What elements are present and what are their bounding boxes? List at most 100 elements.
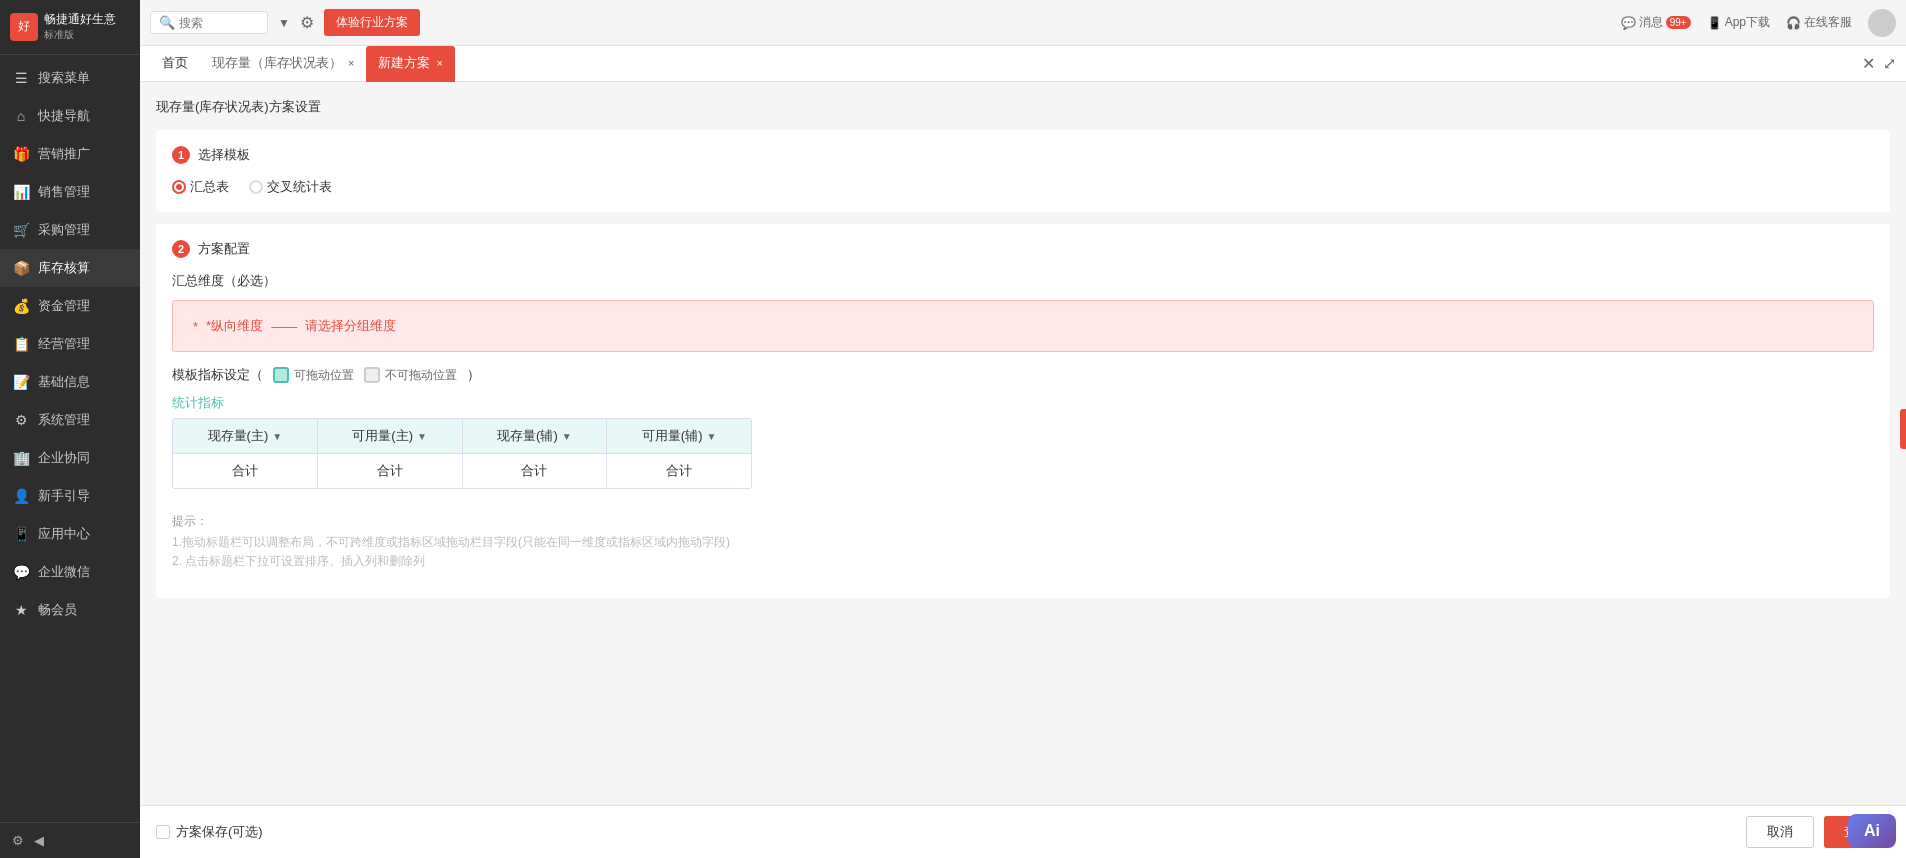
col-label-1: 可用量(主) (352, 427, 413, 445)
col-header-2[interactable]: 现存量(辅) ▼ (463, 419, 608, 453)
col-label-2: 现存量(辅) (497, 427, 558, 445)
step1-label: 选择模板 (198, 146, 250, 164)
sidebar-item-search[interactable]: ☰ 搜索菜单 (0, 59, 140, 97)
step2-card: 2 方案配置 汇总维度（必选） * *纵向维度 —— 请选择分组维度 模板指标设… (156, 224, 1890, 598)
sidebar-footer: ⚙ ◀ (0, 822, 140, 858)
sidebar-item-purchase[interactable]: 🛒 采购管理 (0, 211, 140, 249)
close-plan-tab-icon[interactable]: × (436, 57, 442, 69)
industry-btn[interactable]: 体验行业方案 (324, 9, 420, 36)
col-sub-3: 合计 (666, 462, 692, 480)
collapse-icon[interactable]: ◀ (34, 833, 44, 848)
stats-table: 现存量(主) ▼ 可用量(主) ▼ 现存量(辅) ▼ 可用量(辅) (172, 418, 752, 489)
search-box[interactable]: 🔍 (150, 11, 268, 34)
cart-icon: 🛒 (12, 222, 30, 238)
tab-home[interactable]: 首页 (150, 46, 200, 82)
tip-1: 1.拖动标题栏可以调整布局，不可跨维度或指标区域拖动栏目字段(只能在同一维度或指… (172, 534, 1874, 551)
stats-header-row: 现存量(主) ▼ 可用量(主) ▼ 现存量(辅) ▼ 可用量(辅) (173, 419, 751, 454)
sidebar-nav: ☰ 搜索菜单 ⌂ 快捷导航 🎁 营销推广 📊 销售管理 🛒 采购管理 📦 库存核… (0, 55, 140, 822)
close-inventory-tab-icon[interactable]: × (348, 57, 354, 69)
appcenter-icon: 📱 (12, 526, 30, 542)
col-chevron-1: ▼ (417, 431, 427, 442)
online-service-area[interactable]: 🎧 在线客服 (1786, 14, 1852, 31)
app-name: 畅捷通好生意 (44, 12, 116, 28)
dropdown-arrow[interactable]: ▼ (278, 16, 290, 30)
app-download-area[interactable]: 📱 App下载 (1707, 14, 1770, 31)
save-option[interactable]: 方案保存(可选) (156, 823, 263, 841)
col-label-3: 可用量(辅) (642, 427, 703, 445)
ai-button[interactable]: Ai (1848, 814, 1896, 848)
stats-data-row: 合计 合计 合计 合计 (173, 454, 751, 488)
col-sub-1: 合计 (377, 462, 403, 480)
search-menu-icon: ☰ (12, 70, 30, 86)
sidebar-item-guide[interactable]: 👤 新手引导 (0, 477, 140, 515)
sidebar-item-member[interactable]: ★ 畅会员 (0, 591, 140, 629)
save-checkbox[interactable] (156, 825, 170, 839)
undraggable-toggle: 不可拖动位置 (364, 367, 457, 384)
radio-summary-label: 汇总表 (190, 178, 229, 196)
sidebar-item-label: 企业协同 (38, 449, 90, 467)
col-header-0[interactable]: 现存量(主) ▼ (173, 419, 318, 453)
step2-num: 2 (172, 240, 190, 258)
radio-summary-dot (172, 180, 186, 194)
tab-inventory[interactable]: 现存量（库存状况表） × (200, 46, 366, 82)
logo-icon: 好 (10, 13, 38, 41)
col-header-1[interactable]: 可用量(主) ▼ (318, 419, 463, 453)
app-edition: 标准版 (44, 28, 116, 42)
sidebar-item-sales[interactable]: 📊 销售管理 (0, 173, 140, 211)
chart-icon: 📊 (12, 184, 30, 200)
col-data-1: 合计 (318, 454, 463, 488)
sidebar-item-quicknav[interactable]: ⌂ 快捷导航 (0, 97, 140, 135)
online-service-label: 在线客服 (1804, 14, 1852, 31)
tab-new-plan-label: 新建方案 (378, 54, 430, 72)
col-chevron-0: ▼ (272, 431, 282, 442)
tab-new-plan[interactable]: 新建方案 × (366, 46, 454, 82)
sidebar: 好 畅捷通好生意 标准版 ☰ 搜索菜单 ⌂ 快捷导航 🎁 营销推广 📊 销售管理… (0, 0, 140, 858)
settings-icon[interactable]: ⚙ (12, 833, 24, 848)
radio-summary[interactable]: 汇总表 (172, 178, 229, 196)
sidebar-item-system[interactable]: ⚙ 系统管理 (0, 401, 140, 439)
radio-cross-dot (249, 180, 263, 194)
sidebar-item-label: 企业微信 (38, 563, 90, 581)
search-input[interactable] (179, 16, 259, 30)
message-area[interactable]: 💬 消息 99+ (1621, 14, 1691, 31)
user-avatar[interactable] (1868, 9, 1896, 37)
tip-2: 2. 点击标题栏下拉可设置排序、插入列和删除列 (172, 553, 1874, 570)
col-sub-0: 合计 (232, 462, 258, 480)
col-header-3[interactable]: 可用量(辅) ▼ (607, 419, 751, 453)
right-scroll-handle[interactable] (1900, 409, 1906, 449)
sidebar-item-enterprise[interactable]: 🏢 企业协同 (0, 439, 140, 477)
close-all-icon[interactable]: ✕ (1862, 54, 1875, 73)
sidebar-item-label: 快捷导航 (38, 107, 90, 125)
operations-icon: 📋 (12, 336, 30, 352)
gear-icon[interactable]: ⚙ (300, 13, 314, 32)
enterprise-icon: 🏢 (12, 450, 30, 466)
sidebar-item-basic[interactable]: 📝 基础信息 (0, 363, 140, 401)
vertical-placeholder: 请选择分组维度 (305, 317, 396, 335)
vertical-dimension-field[interactable]: * *纵向维度 —— 请选择分组维度 (172, 300, 1874, 352)
sidebar-item-appcenter[interactable]: 📱 应用中心 (0, 515, 140, 553)
sidebar-item-label: 基础信息 (38, 373, 90, 391)
sidebar-item-inventory[interactable]: 📦 库存核算 (0, 249, 140, 287)
sidebar-item-enterprise-wx[interactable]: 💬 企业微信 (0, 553, 140, 591)
headset-icon: 🎧 (1786, 16, 1801, 30)
sidebar-item-marketing[interactable]: 🎁 营销推广 (0, 135, 140, 173)
stats-title: 统计指标 (172, 394, 1874, 412)
step2-header: 2 方案配置 (172, 240, 1874, 258)
expand-icon[interactable]: ⤢ (1883, 54, 1896, 73)
radio-cross[interactable]: 交叉统计表 (249, 178, 332, 196)
sidebar-item-label: 系统管理 (38, 411, 90, 429)
sidebar-item-label: 库存核算 (38, 259, 90, 277)
bottom-bar: 方案保存(可选) 取消 查询 (140, 805, 1906, 858)
tips-title: 提示： (172, 513, 1874, 530)
home-icon: ⌂ (12, 108, 30, 124)
tabs-bar: 首页 现存量（库存状况表） × 新建方案 × ✕ ⤢ (140, 46, 1906, 82)
cancel-button[interactable]: 取消 (1746, 816, 1814, 848)
draggable-box (273, 367, 289, 383)
sidebar-item-finance[interactable]: 💰 资金管理 (0, 287, 140, 325)
app-download-label: App下载 (1725, 14, 1770, 31)
field-dash: —— (271, 319, 297, 334)
indicator-settings: 模板指标设定（ 可拖动位置 不可拖动位置 ） (172, 366, 1874, 384)
aggregate-label: 汇总维度（必选） (172, 272, 1874, 290)
sidebar-item-operations[interactable]: 📋 经营管理 (0, 325, 140, 363)
col-data-0: 合计 (173, 454, 318, 488)
